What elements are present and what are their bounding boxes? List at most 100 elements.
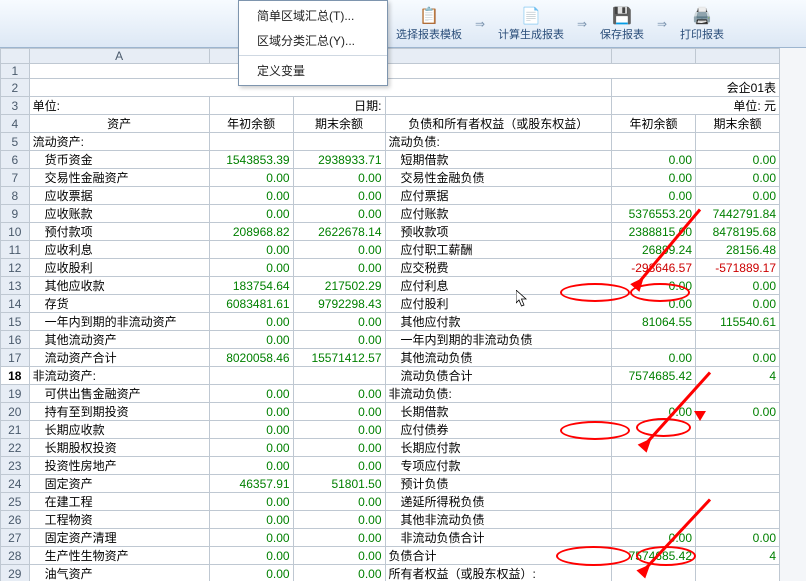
cell[interactable]: 应收利息: [29, 241, 209, 259]
cell[interactable]: -571889.17: [696, 259, 780, 277]
table-row[interactable]: 12 应收股利0.000.00 应交税费-298646.57-571889.17: [1, 259, 780, 277]
cell[interactable]: 0.00: [612, 151, 696, 169]
cell[interactable]: 应收账款: [29, 205, 209, 223]
cell[interactable]: [612, 565, 696, 581]
cell[interactable]: 油气资产: [29, 565, 209, 581]
corner-cell[interactable]: [1, 49, 30, 64]
cell[interactable]: 在建工程: [29, 493, 209, 511]
cell[interactable]: 持有至到期投资: [29, 403, 209, 421]
menu-simple-region-sum[interactable]: 简单区域汇总(T)...: [239, 3, 387, 28]
save-report-button[interactable]: 💾 保存报表: [594, 2, 650, 46]
cell[interactable]: 长期借款: [385, 403, 612, 421]
cell[interactable]: 生产性生物资产: [29, 547, 209, 565]
cell[interactable]: [209, 133, 293, 151]
cell[interactable]: [612, 385, 696, 403]
cell[interactable]: [696, 457, 780, 475]
row-header[interactable]: 21: [1, 421, 30, 439]
cell[interactable]: 0.00: [209, 313, 293, 331]
cell[interactable]: 其他非流动负债: [385, 511, 612, 529]
cell[interactable]: 0.00: [209, 385, 293, 403]
table-row[interactable]: 15 一年内到期的非流动资产0.000.00 其他应付款81064.551155…: [1, 313, 780, 331]
cell[interactable]: 0.00: [293, 169, 385, 187]
cell[interactable]: 26899.24: [612, 241, 696, 259]
row-header[interactable]: 16: [1, 331, 30, 349]
cell[interactable]: [696, 493, 780, 511]
generate-report-button[interactable]: 📄 计算生成报表: [492, 2, 570, 46]
cell[interactable]: 交易性金融资产: [29, 169, 209, 187]
cell[interactable]: 2388815.00: [612, 223, 696, 241]
cell[interactable]: 应付债券: [385, 421, 612, 439]
row-header[interactable]: 3: [1, 97, 30, 115]
row-header[interactable]: 5: [1, 133, 30, 151]
row-header[interactable]: 1: [1, 64, 30, 79]
cell[interactable]: 46357.91: [209, 475, 293, 493]
cell[interactable]: [612, 133, 696, 151]
table-row[interactable]: 26 工程物资0.000.00 其他非流动负债: [1, 511, 780, 529]
cell[interactable]: [612, 439, 696, 457]
cell[interactable]: 预收款项: [385, 223, 612, 241]
cell[interactable]: 0.00: [209, 565, 293, 581]
cell[interactable]: 0.00: [696, 349, 780, 367]
cell[interactable]: 固定资产: [29, 475, 209, 493]
cell[interactable]: 208968.82: [209, 223, 293, 241]
cell[interactable]: 0.00: [293, 529, 385, 547]
cell[interactable]: 0.00: [209, 421, 293, 439]
cell[interactable]: 8020058.46: [209, 349, 293, 367]
cell[interactable]: 预付款项: [29, 223, 209, 241]
cell[interactable]: 0.00: [293, 493, 385, 511]
cell[interactable]: 0.00: [293, 565, 385, 581]
cell[interactable]: 51801.50: [293, 475, 385, 493]
cell[interactable]: 工程物资: [29, 511, 209, 529]
cell[interactable]: 应付账款: [385, 205, 612, 223]
cell[interactable]: 0.00: [293, 187, 385, 205]
cell[interactable]: 流动负债合计: [385, 367, 612, 385]
table-row[interactable]: 21 长期应收款0.000.00 应付债券: [1, 421, 780, 439]
cell[interactable]: 0.00: [293, 313, 385, 331]
cell[interactable]: 投资性房地产: [29, 457, 209, 475]
row-header[interactable]: 10: [1, 223, 30, 241]
col-header-A[interactable]: A: [29, 49, 209, 64]
cell[interactable]: [293, 133, 385, 151]
cell[interactable]: 0.00: [209, 493, 293, 511]
cell[interactable]: 长期股权投资: [29, 439, 209, 457]
cell[interactable]: 所有者权益（或股东权益）:: [385, 565, 612, 581]
cell[interactable]: 0.00: [209, 331, 293, 349]
col-header-F[interactable]: [696, 49, 780, 64]
cell[interactable]: 0.00: [209, 259, 293, 277]
cell[interactable]: [612, 421, 696, 439]
cell[interactable]: 0.00: [209, 457, 293, 475]
row-header[interactable]: 23: [1, 457, 30, 475]
menu-define-variable[interactable]: 定义变量: [239, 58, 387, 83]
row-header[interactable]: 8: [1, 187, 30, 205]
cell[interactable]: 货币资金: [29, 151, 209, 169]
cell[interactable]: 非流动负债:: [385, 385, 612, 403]
cell[interactable]: 81064.55: [612, 313, 696, 331]
cell[interactable]: 7442791.84: [696, 205, 780, 223]
cell[interactable]: 5376553.20: [612, 205, 696, 223]
cell[interactable]: 一年内到期的非流动资产: [29, 313, 209, 331]
cell[interactable]: 递延所得税负债: [385, 493, 612, 511]
cell[interactable]: 非流动负债合计: [385, 529, 612, 547]
cell[interactable]: 0.00: [612, 169, 696, 187]
table-row[interactable]: 6 货币资金1543853.392938933.71 短期借款0.000.00: [1, 151, 780, 169]
cell[interactable]: 0.00: [696, 151, 780, 169]
cell[interactable]: 应付职工薪酬: [385, 241, 612, 259]
table-row[interactable]: 4 资产 年初余额 期末余额 负债和所有者权益（或股东权益） 年初余额 期末余额: [1, 115, 780, 133]
row-header[interactable]: 24: [1, 475, 30, 493]
cell[interactable]: 0.00: [612, 187, 696, 205]
cell[interactable]: 长期应付款: [385, 439, 612, 457]
cell[interactable]: 0.00: [696, 295, 780, 313]
cell[interactable]: 183754.64: [209, 277, 293, 295]
cell[interactable]: 其他流动资产: [29, 331, 209, 349]
cell[interactable]: 预计负债: [385, 475, 612, 493]
table-row[interactable]: 17 流动资产合计8020058.4615571412.57 其他流动负债0.0…: [1, 349, 780, 367]
row-header[interactable]: 7: [1, 169, 30, 187]
table-row[interactable]: 20 持有至到期投资0.000.00 长期借款0.000.00: [1, 403, 780, 421]
table-row[interactable]: 28 生产性生物资产0.000.00负债合计7574685.424: [1, 547, 780, 565]
cell[interactable]: 流动资产合计: [29, 349, 209, 367]
cell[interactable]: 0.00: [696, 169, 780, 187]
cell[interactable]: 非流动资产:: [29, 367, 209, 385]
cell[interactable]: [696, 439, 780, 457]
row-header[interactable]: 9: [1, 205, 30, 223]
cell[interactable]: 7574685.42: [612, 547, 696, 565]
